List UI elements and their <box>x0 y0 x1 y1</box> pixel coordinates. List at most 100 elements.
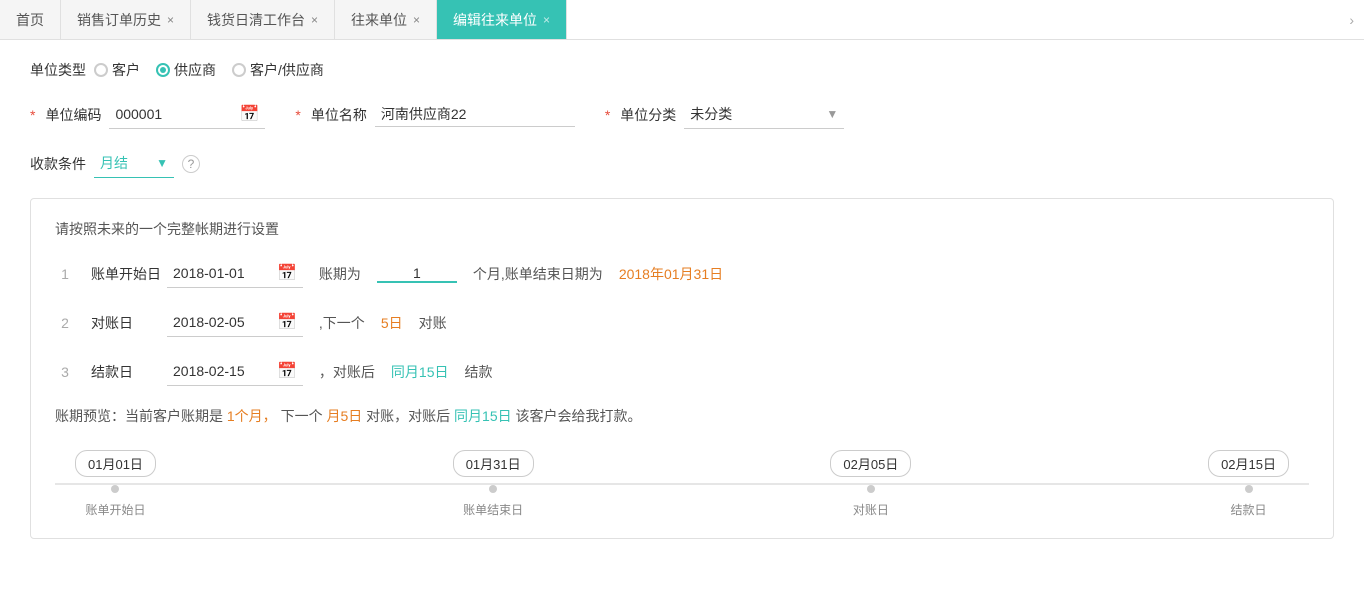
preview-prefix: 账期预览：当前客户账期是 <box>55 408 223 424</box>
tab-home[interactable]: 首页 <box>0 0 61 39</box>
unit-name-label: 单位名称 <box>311 105 367 125</box>
tab-more-chevron[interactable]: › <box>1339 0 1364 39</box>
radio-label-supplier: 供应商 <box>174 60 216 80</box>
payment-help-icon[interactable]: ? <box>182 155 200 173</box>
row-label-1: 账单开始日 <box>91 264 151 284</box>
required-star-name: * <box>295 107 300 123</box>
tab-cash-work[interactable]: 钱货日清工作台 × <box>191 0 335 39</box>
payment-condition-label: 收款条件 <box>30 154 86 174</box>
tab-bar: 首页 销售订单历史 × 钱货日清工作台 × 往来单位 × 编辑往来单位 × › <box>0 0 1364 40</box>
timeline-bubble-2: 01月31日 <box>453 450 534 477</box>
timeline-dot-2 <box>489 485 497 493</box>
payment-day-highlight: 同月15日 <box>391 362 449 382</box>
unit-code-input[interactable] <box>115 106 235 122</box>
unit-name-input[interactable] <box>375 102 575 127</box>
payment-prefix: ，对账后 <box>319 362 375 382</box>
radio-both[interactable]: 客户/供应商 <box>232 60 324 80</box>
timeline-points: 01月01日 账单开始日 01月31日 账单结束日 02月05日 对账日 02月… <box>75 450 1289 518</box>
config-row-3: 3 结款日 📅 ，对账后 同月15日 结款 <box>55 357 1309 386</box>
timeline-dot-4 <box>1245 485 1253 493</box>
payment-condition-arrow: ▼ <box>156 156 168 170</box>
tab-sales-history[interactable]: 销售订单历史 × <box>61 0 191 39</box>
tab-partners[interactable]: 往来单位 × <box>335 0 437 39</box>
reconcile-date-input-wrapper: 📅 <box>167 308 303 337</box>
timeline-bubble-1: 01月01日 <box>75 450 156 477</box>
period-suffix-label: 个月,账单结束日期为 <box>473 264 603 284</box>
payment-condition-row: 收款条件 月结 ▼ ? <box>30 149 1334 178</box>
period-prefix-label: 账期为 <box>319 264 361 284</box>
timeline-point-1: 01月01日 账单开始日 <box>75 450 156 518</box>
close-edit-partner[interactable]: × <box>543 13 550 27</box>
row-number-3: 3 <box>55 364 75 380</box>
timeline-label-3: 对账日 <box>853 501 889 518</box>
timeline-bubble-4: 02月15日 <box>1208 450 1289 477</box>
reconcile-suffix: 对账 <box>419 313 447 333</box>
payment-condition-select[interactable]: 月结 ▼ <box>94 149 174 178</box>
required-star-code: * <box>30 107 35 123</box>
preview-suffix: 该客户会给我打款。 <box>516 408 642 424</box>
timeline-dot-3 <box>867 485 875 493</box>
timeline-label-1: 账单开始日 <box>85 501 145 518</box>
unit-category-select[interactable]: 未分类 ▼ <box>684 100 844 129</box>
payment-condition-value: 月结 <box>100 153 152 173</box>
reconcile-date-input[interactable] <box>173 314 273 330</box>
unit-category-value: 未分类 <box>690 104 822 124</box>
unit-code-group: * 单位编码 📅 <box>30 100 265 129</box>
tab-edit-partner[interactable]: 编辑往来单位 × <box>437 0 567 39</box>
radio-circle-both <box>232 63 246 77</box>
row-number-1: 1 <box>55 266 75 282</box>
required-star-category: * <box>605 107 610 123</box>
unit-category-arrow: ▼ <box>826 107 838 121</box>
radio-supplier[interactable]: 供应商 <box>156 60 216 80</box>
period-input[interactable] <box>377 265 457 283</box>
preview-reconcile: 对账，对账后 <box>366 408 450 424</box>
timeline-bubble-3: 02月05日 <box>830 450 911 477</box>
radio-label-customer: 客户 <box>112 60 140 80</box>
reconcile-date-calendar-icon[interactable]: 📅 <box>277 312 297 332</box>
preview-text: 账期预览：当前客户账期是 1个月， 下一个 月5日 对账，对账后 同月15日 该… <box>55 406 1309 426</box>
timeline-label-2: 账单结束日 <box>463 501 523 518</box>
radio-customer[interactable]: 客户 <box>94 60 140 80</box>
unit-category-label: 单位分类 <box>620 105 676 125</box>
payment-date-calendar-icon[interactable]: 📅 <box>277 361 297 381</box>
preview-next-prefix: 下一个 <box>281 408 323 424</box>
unit-type-row: 单位类型 客户 供应商 客户/供应商 <box>30 60 1334 80</box>
preview-period: 1个月， <box>227 408 277 424</box>
timeline: 01月01日 账单开始日 01月31日 账单结束日 02月05日 对账日 02月… <box>55 450 1309 518</box>
payment-suffix: 结款 <box>465 362 493 382</box>
close-sales-history[interactable]: × <box>167 13 174 27</box>
main-content: 单位类型 客户 供应商 客户/供应商 * 单位编码 <box>0 40 1364 608</box>
reconcile-prefix: ,下一个 <box>319 313 365 333</box>
timeline-label-4: 结款日 <box>1231 501 1267 518</box>
config-row-1: 1 账单开始日 📅 账期为 个月,账单结束日期为 2018年01月31日 <box>55 259 1309 288</box>
row-label-3: 结款日 <box>91 362 151 382</box>
unit-type-group: 单位类型 客户 供应商 客户/供应商 <box>30 60 324 80</box>
end-date-highlight: 2018年01月31日 <box>619 264 723 284</box>
unit-category-group: * 单位分类 未分类 ▼ <box>605 100 844 129</box>
unit-details-row: * 单位编码 📅 * 单位名称 * 单位分类 未分类 ▼ <box>30 100 1334 129</box>
close-cash-work[interactable]: × <box>311 13 318 27</box>
timeline-point-2: 01月31日 账单结束日 <box>453 450 534 518</box>
timeline-point-4: 02月15日 结款日 <box>1208 450 1289 518</box>
close-partners[interactable]: × <box>413 13 420 27</box>
radio-circle-supplier <box>156 63 170 77</box>
timeline-point-3: 02月05日 对账日 <box>830 450 911 518</box>
row-label-2: 对账日 <box>91 313 151 333</box>
panel-hint: 请按照未来的一个完整帐期进行设置 <box>55 219 1309 239</box>
unit-type-label: 单位类型 <box>30 60 86 80</box>
start-date-input-wrapper: 📅 <box>167 259 303 288</box>
start-date-calendar-icon[interactable]: 📅 <box>277 263 297 283</box>
config-row-2: 2 对账日 📅 ,下一个 5日 对账 <box>55 308 1309 337</box>
payment-date-input[interactable] <box>173 363 273 379</box>
config-panel: 请按照未来的一个完整帐期进行设置 1 账单开始日 📅 账期为 个月,账单结束日期… <box>30 198 1334 539</box>
unit-code-icon[interactable]: 📅 <box>239 104 259 124</box>
radio-group-unit-type: 客户 供应商 客户/供应商 <box>94 60 324 80</box>
payment-condition-group: 收款条件 月结 ▼ ? <box>30 149 200 178</box>
unit-code-input-wrapper: 📅 <box>109 100 265 129</box>
preview-next-day: 月5日 <box>326 408 362 424</box>
unit-code-label: 单位编码 <box>45 105 101 125</box>
timeline-dot-1 <box>111 485 119 493</box>
radio-circle-customer <box>94 63 108 77</box>
start-date-input[interactable] <box>173 265 273 281</box>
preview-pay-day: 同月15日 <box>454 408 512 424</box>
